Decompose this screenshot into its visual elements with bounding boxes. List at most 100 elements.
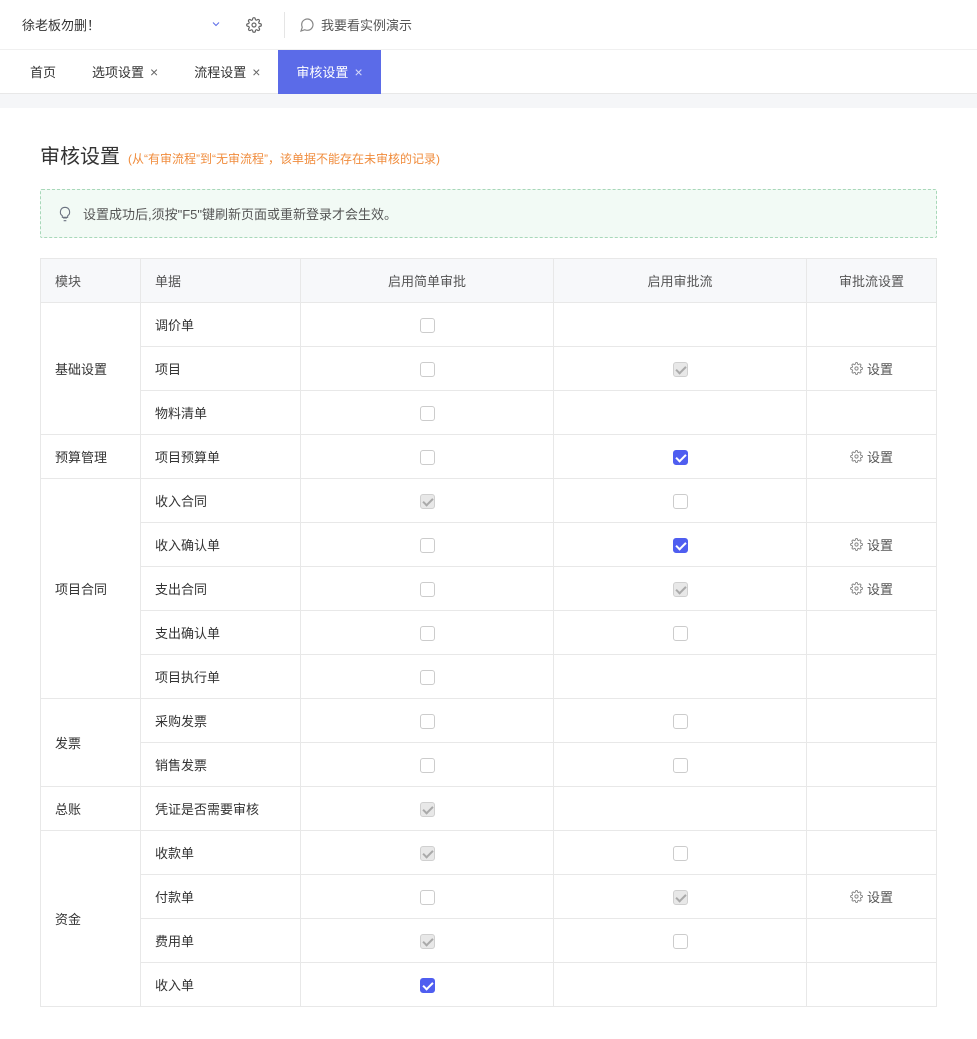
checkbox[interactable] — [673, 758, 688, 773]
table-row: 预算管理项目预算单设置 — [41, 435, 937, 479]
simple-approval-cell — [301, 963, 554, 1007]
flow-settings-link[interactable]: 设置 — [850, 447, 893, 466]
checkbox[interactable] — [420, 758, 435, 773]
settings-gear-button[interactable] — [238, 9, 270, 41]
simple-approval-cell — [301, 699, 554, 743]
bill-cell: 费用单 — [141, 919, 301, 963]
flow-approval-cell — [554, 699, 807, 743]
page-title-row: 审核设置 (从“有审流程”到“无审流程”，该单据不能存在未审核的记录) — [40, 140, 937, 169]
audit-settings-table: 模块 单据 启用简单审批 启用审批流 审批流设置 基础设置调价单项目设置物料清单… — [40, 258, 937, 1007]
checkbox[interactable] — [673, 538, 688, 553]
bill-cell: 支出合同 — [141, 567, 301, 611]
bill-cell: 物料清单 — [141, 391, 301, 435]
table-row: 项目合同收入合同 — [41, 479, 937, 523]
gear-icon — [850, 890, 863, 903]
bill-cell: 付款单 — [141, 875, 301, 919]
page-title: 审核设置 — [40, 140, 120, 169]
checkbox[interactable] — [420, 934, 435, 949]
flow-settings-link[interactable]: 设置 — [850, 535, 893, 554]
checkbox[interactable] — [420, 406, 435, 421]
table-row: 销售发票 — [41, 743, 937, 787]
close-icon[interactable]: × — [252, 64, 260, 80]
checkbox[interactable] — [420, 670, 435, 685]
tab-0[interactable]: 首页 — [12, 50, 74, 94]
table-row: 收入确认单 设置 — [41, 523, 937, 567]
checkbox[interactable] — [420, 978, 435, 993]
checkbox[interactable] — [673, 582, 688, 597]
checkbox[interactable] — [420, 890, 435, 905]
simple-approval-cell — [301, 303, 554, 347]
checkbox[interactable] — [673, 846, 688, 861]
bill-cell: 调价单 — [141, 303, 301, 347]
flow-settings-link[interactable]: 设置 — [850, 359, 893, 378]
table-row: 付款单 设置 — [41, 875, 937, 919]
tab-2[interactable]: 流程设置 × — [176, 50, 278, 94]
flow-settings-cell — [807, 787, 937, 831]
th-settings: 审批流设置 — [807, 259, 937, 303]
flow-approval-cell — [554, 391, 807, 435]
flow-approval-cell — [554, 963, 807, 1007]
flow-settings-link[interactable]: 设置 — [850, 579, 893, 598]
close-icon[interactable]: × — [354, 64, 362, 80]
checkbox[interactable] — [420, 318, 435, 333]
gear-icon — [850, 362, 863, 375]
table-row: 支出合同 设置 — [41, 567, 937, 611]
chevron-down-icon — [210, 17, 222, 33]
tab-3[interactable]: 审核设置× — [278, 50, 380, 94]
module-cell: 发票 — [41, 699, 141, 787]
close-icon[interactable]: × — [150, 64, 158, 80]
flow-settings-link[interactable]: 设置 — [850, 887, 893, 906]
table-row: 收入单 — [41, 963, 937, 1007]
flow-approval-cell — [554, 831, 807, 875]
bill-cell: 项目 — [141, 347, 301, 391]
page-subtitle: (从“有审流程”到“无审流程”，该单据不能存在未审核的记录) — [128, 150, 440, 167]
checkbox[interactable] — [420, 802, 435, 817]
tab-label: 首页 — [30, 62, 56, 81]
checkbox[interactable] — [420, 714, 435, 729]
checkbox[interactable] — [673, 626, 688, 641]
checkbox[interactable] — [673, 714, 688, 729]
checkbox[interactable] — [420, 450, 435, 465]
checkbox[interactable] — [673, 362, 688, 377]
flow-approval-cell — [554, 875, 807, 919]
table-row: 费用单 — [41, 919, 937, 963]
gear-icon — [246, 17, 262, 33]
simple-approval-cell — [301, 435, 554, 479]
bill-cell: 收入确认单 — [141, 523, 301, 567]
checkbox[interactable] — [420, 538, 435, 553]
org-dropdown[interactable]: 徐老板勿删！ — [12, 9, 232, 41]
table-row: 项目执行单 — [41, 655, 937, 699]
checkbox[interactable] — [673, 494, 688, 509]
flow-approval-cell — [554, 435, 807, 479]
flow-approval-cell — [554, 567, 807, 611]
tab-1[interactable]: 选项设置× — [74, 50, 176, 94]
simple-approval-cell — [301, 391, 554, 435]
checkbox[interactable] — [420, 494, 435, 509]
checkbox[interactable] — [420, 362, 435, 377]
demo-link[interactable]: 我要看实例演示 — [299, 15, 412, 34]
flow-settings-cell: 设置 — [807, 435, 937, 479]
simple-approval-cell — [301, 523, 554, 567]
checkbox[interactable] — [673, 934, 688, 949]
checkbox[interactable] — [673, 890, 688, 905]
th-simple: 启用简单审批 — [301, 259, 554, 303]
checkbox[interactable] — [673, 450, 688, 465]
flow-settings-cell — [807, 743, 937, 787]
tab-label: 流程设置 — [194, 62, 246, 81]
th-module: 模块 — [41, 259, 141, 303]
simple-approval-cell — [301, 831, 554, 875]
vertical-divider — [284, 12, 285, 38]
bill-cell: 收入合同 — [141, 479, 301, 523]
settings-link-label: 设置 — [867, 887, 893, 906]
checkbox[interactable] — [420, 626, 435, 641]
checkbox[interactable] — [420, 846, 435, 861]
checkbox[interactable] — [420, 582, 435, 597]
flow-settings-cell — [807, 919, 937, 963]
settings-link-label: 设置 — [867, 535, 893, 554]
module-cell: 基础设置 — [41, 303, 141, 435]
th-flow: 启用审批流 — [554, 259, 807, 303]
flow-approval-cell — [554, 787, 807, 831]
bill-cell: 项目预算单 — [141, 435, 301, 479]
simple-approval-cell — [301, 919, 554, 963]
top-bar: 徐老板勿删！ 我要看实例演示 — [0, 0, 977, 50]
